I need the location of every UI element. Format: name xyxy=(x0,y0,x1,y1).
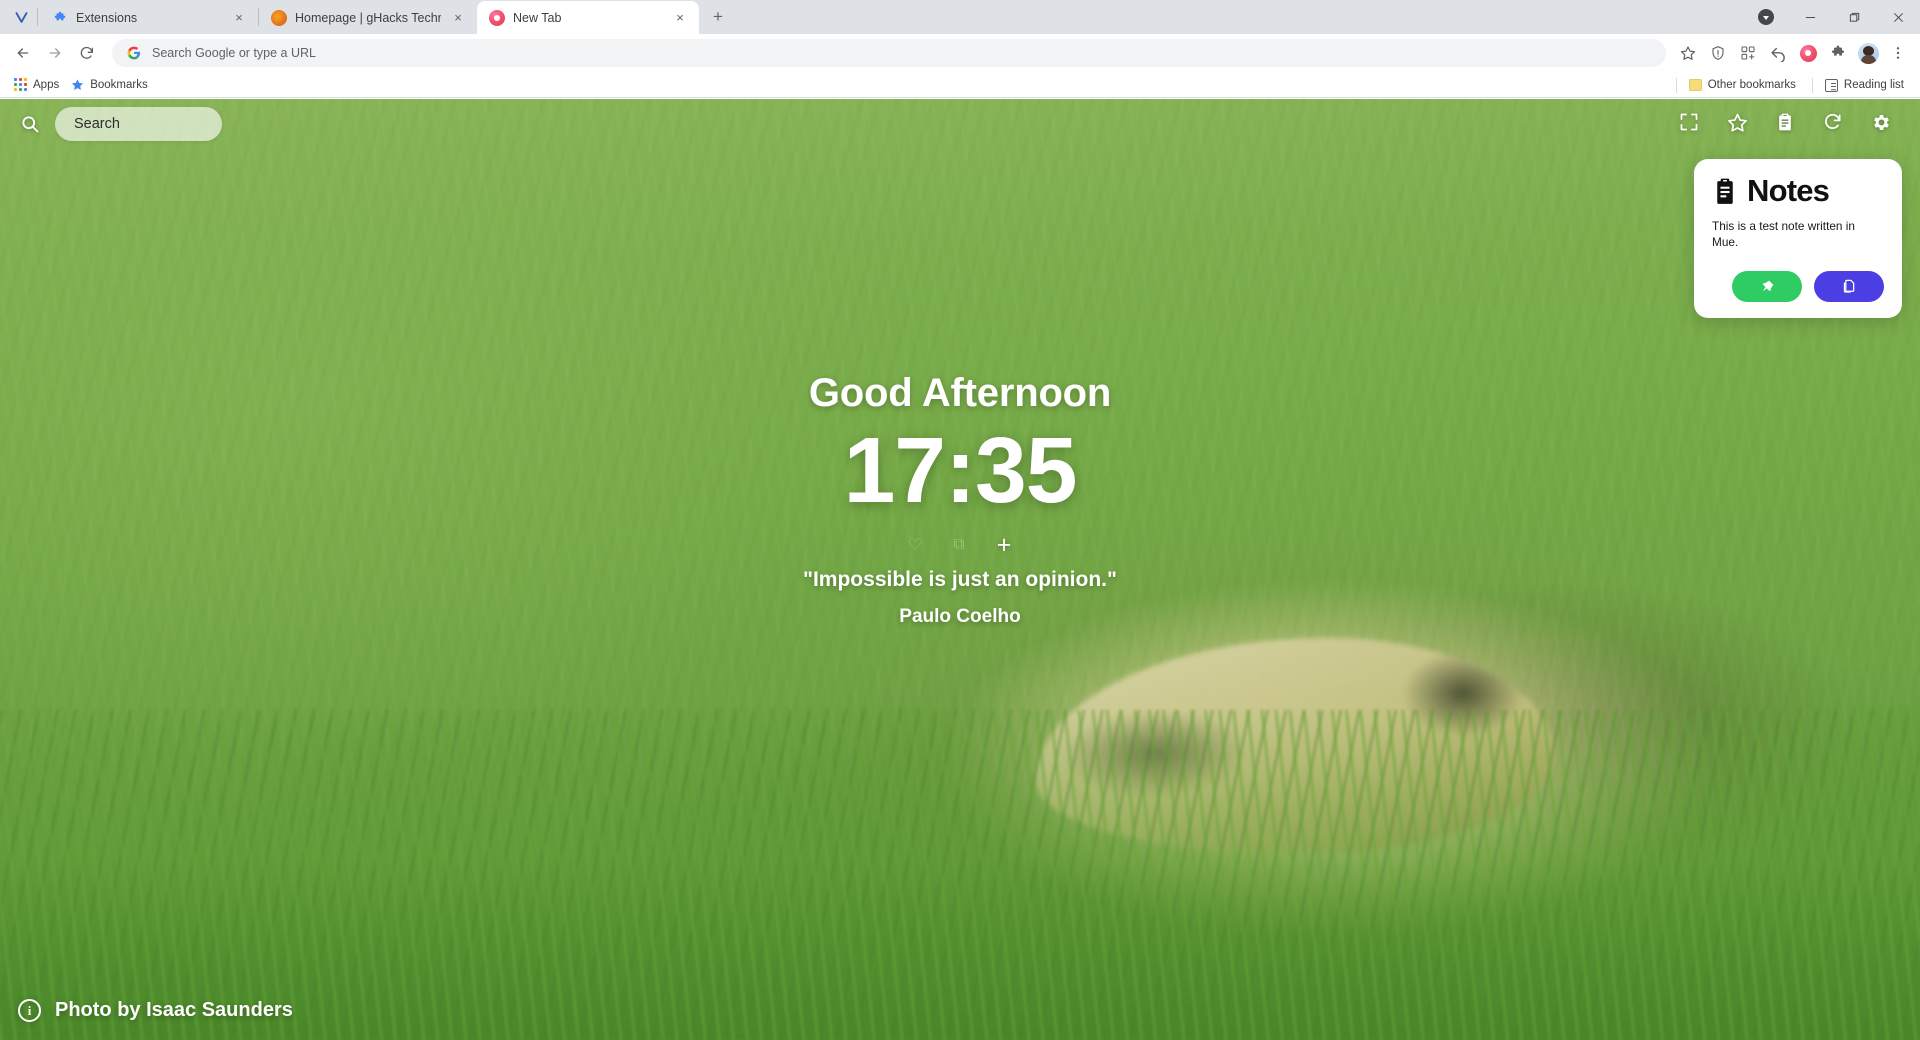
mue-new-tab-page: Search Notes This is a test note written… xyxy=(0,99,1920,1040)
tab-close-icon[interactable]: × xyxy=(230,9,248,27)
vivaldi-v-logo-icon[interactable] xyxy=(6,0,36,34)
search-icon[interactable] xyxy=(18,112,42,136)
tab-ghacks[interactable]: Homepage | gHacks Technology × xyxy=(259,1,477,34)
tab-title: Extensions xyxy=(76,10,138,25)
maximize-button[interactable] xyxy=(1832,0,1876,34)
browser-window: Extensions × Homepage | gHacks Technolog… xyxy=(0,0,1920,1040)
address-bar[interactable]: Search Google or type a URL xyxy=(112,39,1666,67)
browser-toolbar: Search Google or type a URL xyxy=(0,34,1920,72)
copy-button[interactable] xyxy=(1814,270,1884,302)
profile-badge-icon[interactable] xyxy=(1744,0,1788,34)
reading-list-button[interactable]: Reading list xyxy=(1821,77,1912,94)
tab-title: Homepage | gHacks Technology xyxy=(295,10,441,25)
refresh-icon[interactable] xyxy=(1820,109,1846,135)
pin-button[interactable] xyxy=(1732,270,1802,302)
google-g-icon xyxy=(126,46,141,61)
bookmarks-bar: Apps Bookmarks Other bookmarks Reading l… xyxy=(0,72,1920,98)
mue-search-area: Search xyxy=(18,107,222,141)
puzzle-piece-icon xyxy=(52,10,68,26)
new-tab-button[interactable]: + xyxy=(704,3,732,31)
mue-extension-icon[interactable] xyxy=(1794,39,1822,67)
shield-privacy-icon[interactable] xyxy=(1704,39,1732,67)
tab-close-icon[interactable]: × xyxy=(449,9,467,27)
fullscreen-icon[interactable] xyxy=(1676,109,1702,135)
bookmark-label: Other bookmarks xyxy=(1707,79,1796,91)
apps-grid-icon xyxy=(14,78,27,91)
tab-close-icon[interactable]: × xyxy=(671,9,689,27)
divider xyxy=(1811,77,1813,93)
bookmark-apps[interactable]: Apps xyxy=(10,76,67,93)
notes-header: Notes xyxy=(1712,175,1884,206)
clipboard-icon xyxy=(1712,177,1738,205)
undo-arrow-icon[interactable] xyxy=(1764,39,1792,67)
tab-divider xyxy=(37,8,38,26)
extensions-puzzle-icon[interactable] xyxy=(1824,39,1852,67)
profile-avatar[interactable] xyxy=(1854,39,1882,67)
bookmarks-star-icon xyxy=(71,78,84,91)
reload-button-icon[interactable] xyxy=(72,38,102,68)
notes-clipboard-icon[interactable] xyxy=(1772,109,1798,135)
minimize-button[interactable] xyxy=(1788,0,1832,34)
background-foreground-grass xyxy=(0,710,1920,1040)
photo-credit[interactable]: i Photo by Isaac Saunders xyxy=(18,999,293,1022)
tab-strip: Extensions × Homepage | gHacks Technolog… xyxy=(0,0,1920,34)
close-window-button[interactable] xyxy=(1876,0,1920,34)
other-bookmarks-button[interactable]: Other bookmarks xyxy=(1685,77,1804,93)
notes-text[interactable]: This is a test note written in Mue. xyxy=(1712,219,1884,251)
add-extension-icon[interactable] xyxy=(1734,39,1762,67)
notes-title: Notes xyxy=(1747,173,1830,208)
back-button-icon[interactable] xyxy=(8,38,38,68)
chrome-menu-icon[interactable] xyxy=(1884,39,1912,67)
bookmark-label: Apps xyxy=(33,78,60,91)
bookmark-bookmarks-folder[interactable]: Bookmarks xyxy=(67,76,156,93)
photo-credit-text: Photo by Isaac Saunders xyxy=(55,999,293,1021)
tab-title: New Tab xyxy=(513,10,562,25)
window-controls xyxy=(1744,0,1920,34)
bookmarks-bar-right: Other bookmarks Reading list xyxy=(1670,72,1912,98)
search-input[interactable]: Search xyxy=(55,107,222,141)
search-placeholder: Search xyxy=(74,116,120,132)
mue-favicon-icon xyxy=(489,9,505,26)
mue-toolbar xyxy=(1676,109,1894,135)
notes-actions xyxy=(1712,270,1884,302)
settings-gear-icon[interactable] xyxy=(1868,109,1894,135)
reading-list-icon xyxy=(1824,78,1838,92)
bookmark-label: Reading list xyxy=(1843,79,1904,91)
bookmark-star-icon[interactable] xyxy=(1674,39,1702,67)
ghacks-favicon-icon xyxy=(271,9,287,26)
bookmark-label: Bookmarks xyxy=(90,78,148,91)
address-bar-placeholder: Search Google or type a URL xyxy=(152,46,316,60)
tab-extensions[interactable]: Extensions × xyxy=(40,1,258,34)
tab-new-tab[interactable]: New Tab × xyxy=(477,1,699,34)
info-icon[interactable]: i xyxy=(18,999,41,1022)
favourite-star-icon[interactable] xyxy=(1724,109,1750,135)
folder-icon xyxy=(1688,79,1702,91)
forward-button-icon[interactable] xyxy=(40,38,70,68)
notes-widget: Notes This is a test note written in Mue… xyxy=(1694,159,1902,318)
divider xyxy=(1675,77,1677,93)
